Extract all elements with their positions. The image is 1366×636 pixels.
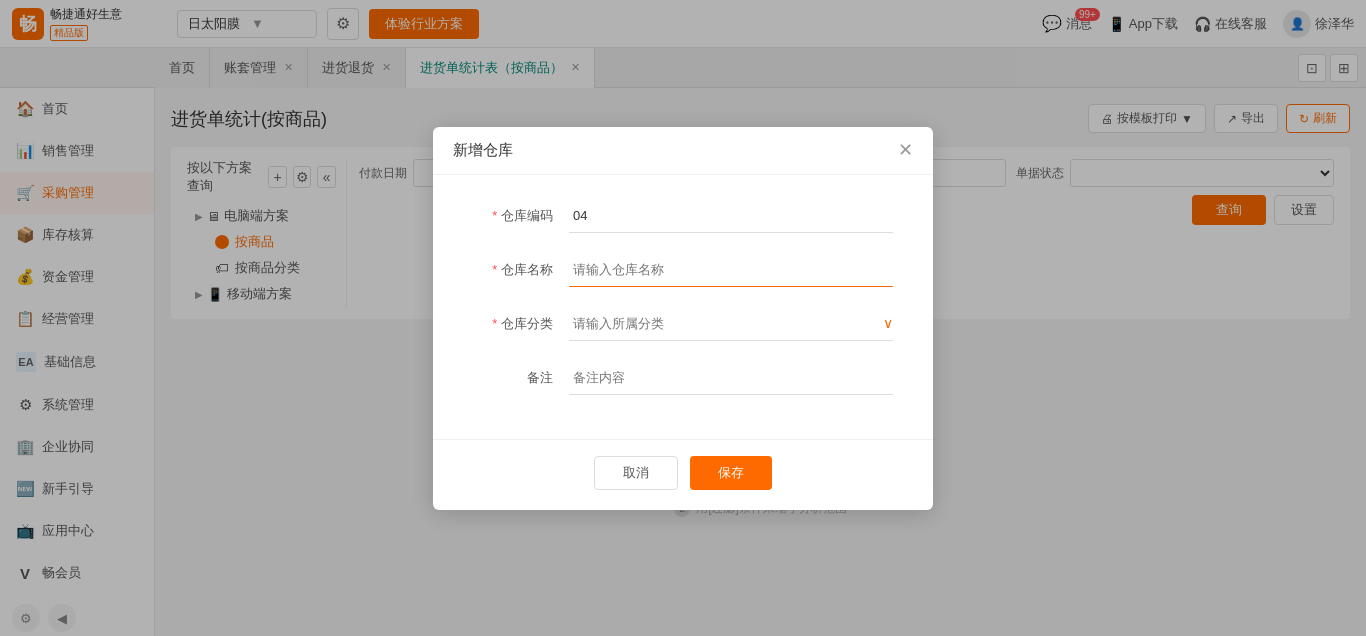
code-form-row: 仓库编码 [473, 199, 893, 233]
modal-body: 仓库编码 仓库名称 仓库分类 ∨ 备注 [433, 175, 933, 439]
code-label: 仓库编码 [473, 207, 553, 225]
cancel-button[interactable]: 取消 [594, 456, 678, 490]
note-label: 备注 [473, 369, 553, 387]
note-form-row: 备注 [473, 361, 893, 395]
note-input[interactable] [569, 361, 893, 395]
code-input[interactable] [569, 199, 893, 233]
name-form-row: 仓库名称 [473, 253, 893, 287]
modal-footer: 取消 保存 [433, 439, 933, 510]
name-label: 仓库名称 [473, 261, 553, 279]
category-dropdown-arrow[interactable]: ∨ [883, 315, 893, 331]
modal-header: 新增仓库 ✕ [433, 127, 933, 175]
category-form-row: 仓库分类 ∨ [473, 307, 893, 341]
modal-close-button[interactable]: ✕ [898, 141, 913, 159]
save-button[interactable]: 保存 [690, 456, 772, 490]
add-warehouse-modal: 新增仓库 ✕ 仓库编码 仓库名称 仓库分类 ∨ [433, 127, 933, 510]
category-select-wrapper: ∨ [569, 307, 893, 341]
category-input[interactable] [569, 316, 883, 331]
name-input[interactable] [569, 253, 893, 287]
category-label: 仓库分类 [473, 315, 553, 333]
modal-title: 新增仓库 [453, 141, 513, 160]
modal-overlay: 新增仓库 ✕ 仓库编码 仓库名称 仓库分类 ∨ [0, 0, 1366, 636]
